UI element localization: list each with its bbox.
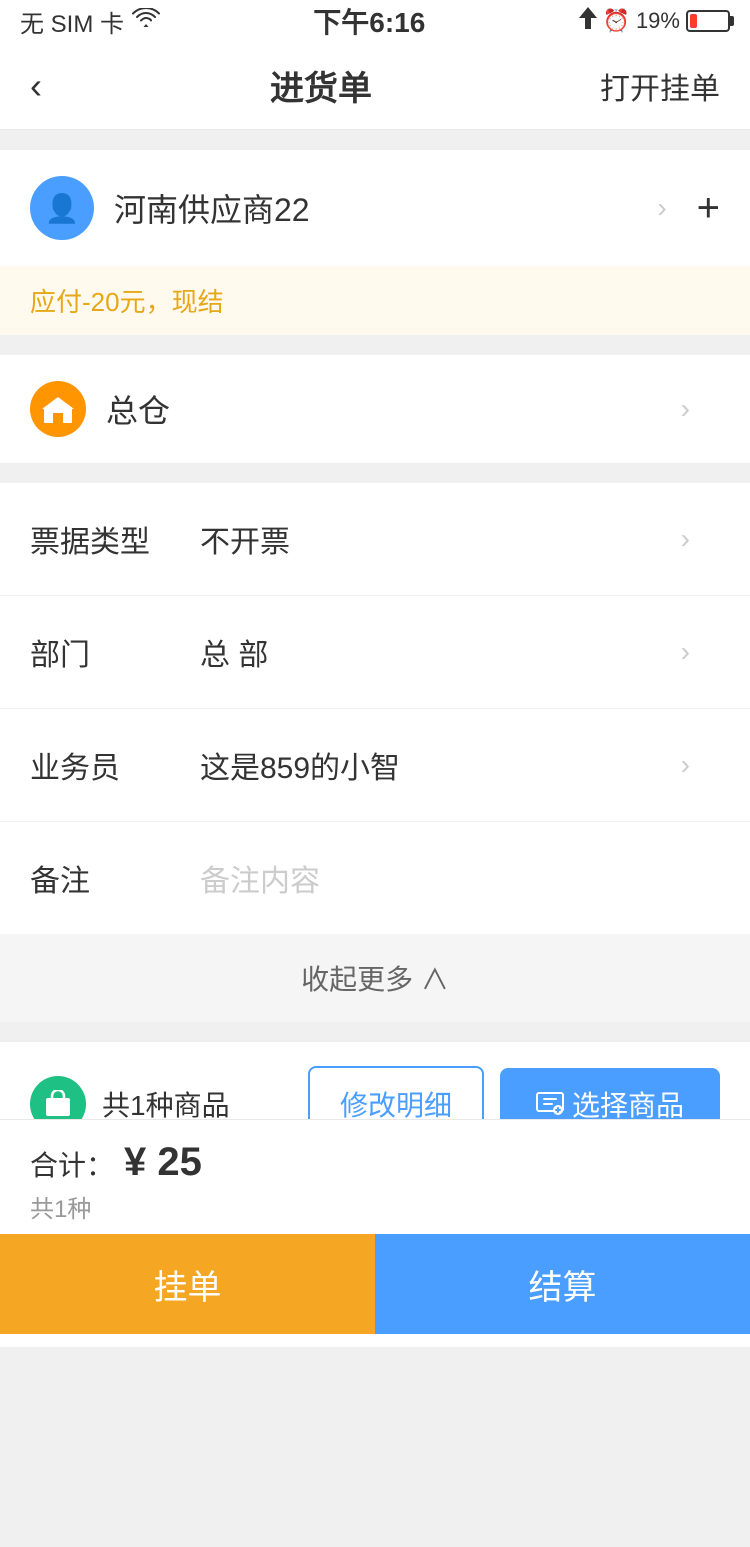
remark-value: 备注内容 bbox=[170, 856, 720, 900]
divider-4 bbox=[0, 1022, 750, 1042]
time-label: 下午6:16 bbox=[313, 1, 425, 41]
department-label: 部门 bbox=[30, 630, 170, 674]
open-hold-button[interactable]: 打开挂单 bbox=[600, 64, 720, 108]
nav-bar: ‹ 进货单 打开挂单 bbox=[0, 42, 750, 130]
battery-icon bbox=[686, 10, 730, 32]
total-count: 共1种 bbox=[30, 1189, 720, 1224]
supplier-name: 河南供应商22 bbox=[114, 185, 657, 231]
total-amount: ¥ 25 bbox=[124, 1140, 202, 1185]
warehouse-name: 总仓 bbox=[106, 386, 681, 432]
checkout-button[interactable]: 结算 bbox=[375, 1234, 750, 1334]
warehouse-icon bbox=[30, 381, 86, 437]
back-button[interactable]: ‹ bbox=[30, 65, 42, 107]
department-row[interactable]: 部门 总 部 › bbox=[0, 596, 750, 709]
ticket-type-label: 票据类型 bbox=[30, 517, 170, 561]
department-value: 总 部 bbox=[170, 630, 681, 674]
divider-3 bbox=[0, 463, 750, 483]
supplier-section: 👤 河南供应商22 › + 应付-20元，现结 bbox=[0, 150, 750, 335]
add-button[interactable]: + bbox=[697, 186, 720, 231]
divider-1 bbox=[0, 130, 750, 150]
notice-bar: 应付-20元，现结 bbox=[0, 266, 750, 335]
hold-button[interactable]: 挂单 bbox=[0, 1234, 375, 1334]
salesperson-chevron-icon: › bbox=[681, 749, 690, 781]
carrier-label: 无 SIM 卡 bbox=[20, 4, 124, 39]
department-chevron-icon: › bbox=[681, 636, 690, 668]
location-icon bbox=[579, 7, 597, 35]
status-bar: 无 SIM 卡 下午6:16 ⏰ 19% bbox=[0, 0, 750, 42]
salesperson-value: 这是859的小智 bbox=[170, 743, 681, 787]
collapse-button[interactable]: 收起更多 ∧ bbox=[0, 934, 750, 1022]
supplier-avatar: 👤 bbox=[30, 176, 94, 240]
remark-label: 备注 bbox=[30, 856, 170, 900]
ticket-type-chevron-icon: › bbox=[681, 523, 690, 555]
divider-5 bbox=[0, 1347, 750, 1367]
total-label: 合计： bbox=[30, 1144, 114, 1184]
ticket-type-row[interactable]: 票据类型 不开票 › bbox=[0, 483, 750, 596]
remark-row[interactable]: 备注 备注内容 bbox=[0, 822, 750, 934]
form-section: 票据类型 不开票 › 部门 总 部 › 业务员 这是859的小智 › 备注 备注… bbox=[0, 483, 750, 934]
warehouse-section[interactable]: 总仓 › bbox=[0, 355, 750, 463]
salesperson-label: 业务员 bbox=[30, 743, 170, 787]
product-count: 共1种商品 bbox=[102, 1084, 308, 1124]
page-title: 进货单 bbox=[270, 61, 372, 110]
bottom-bar: 合计： ¥ 25 共1种 挂单 结算 bbox=[0, 1119, 750, 1334]
warehouse-chevron-icon: › bbox=[681, 393, 690, 425]
divider-2 bbox=[0, 335, 750, 355]
battery-percent: 19% bbox=[636, 8, 680, 34]
salesperson-row[interactable]: 业务员 这是859的小智 › bbox=[0, 709, 750, 822]
supplier-chevron-icon: › bbox=[657, 192, 666, 224]
wifi-icon bbox=[132, 7, 160, 35]
ticket-type-value: 不开票 bbox=[170, 517, 681, 561]
alarm-icon: ⏰ bbox=[603, 8, 630, 34]
